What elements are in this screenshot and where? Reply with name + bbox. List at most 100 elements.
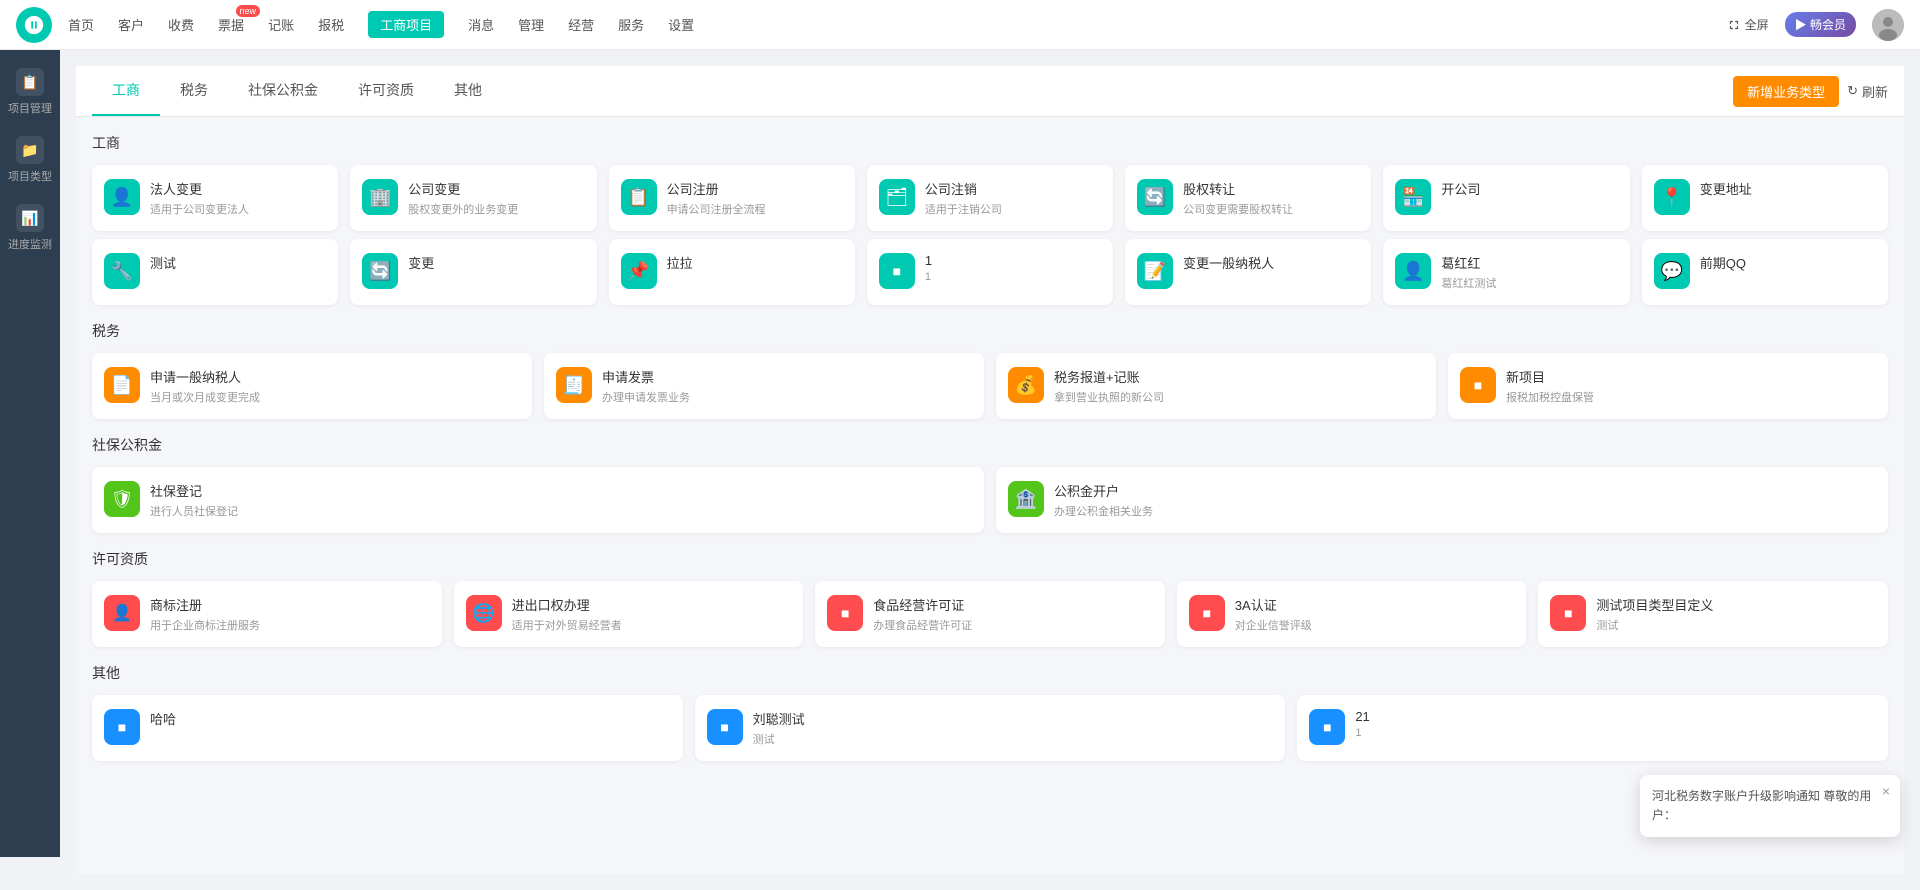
notification: × 河北税务数字账户升级影响通知 尊敬的用户： — [1640, 775, 1900, 837]
fullscreen-icon — [1727, 18, 1741, 32]
change2-title: 变更 — [408, 253, 584, 272]
equity-transfer-title: 股权转让 — [1183, 179, 1359, 198]
haha-title: 哈哈 — [150, 709, 671, 728]
card-company-cancel[interactable]: 🗂 公司注销 适用于注销公司 — [867, 165, 1113, 231]
card-new-project[interactable]: ■ 新项目 报税加税控盘保管 — [1448, 353, 1888, 419]
section-gongshang-title: 工商 — [92, 133, 1888, 153]
num1-title: 1 — [925, 253, 1101, 268]
change2-icon: 🔄 — [362, 253, 398, 289]
gehonghong-desc: 葛红红测试 — [1441, 275, 1617, 291]
faren-change-desc: 适用于公司变更法人 — [150, 201, 326, 217]
trademark-icon: 👤 — [104, 595, 140, 631]
tab-shuiwu[interactable]: 税务 — [160, 66, 228, 116]
haha-icon: ■ — [104, 709, 140, 745]
test-type-title: 测试项目类型目定义 — [1596, 595, 1876, 614]
nav-bookkeeping[interactable]: 记账 — [268, 11, 294, 38]
nav-settings[interactable]: 设置 — [668, 11, 694, 38]
section-shuiwu-title: 税务 — [92, 321, 1888, 341]
company-cancel-desc: 适用于注销公司 — [925, 201, 1101, 217]
card-test-type[interactable]: ■ 测试项目类型目定义 测试 — [1538, 581, 1888, 647]
nav-industry[interactable]: 工商项目 — [368, 11, 444, 38]
progress-icon: 📊 — [16, 204, 44, 232]
card-import-export[interactable]: 🌐 进出口权办理 适用于对外贸易经营者 — [454, 581, 804, 647]
card-company-register[interactable]: 📋 公司注册 申请公司注册全流程 — [609, 165, 855, 231]
qq-icon: 💬 — [1654, 253, 1690, 289]
nav-message[interactable]: 消息 — [468, 11, 494, 38]
card-qq[interactable]: 💬 前期QQ — [1642, 239, 1888, 305]
tab-xuke[interactable]: 许可资质 — [338, 66, 434, 116]
tab-shebao[interactable]: 社保公积金 — [228, 66, 338, 116]
fund-account-icon: 🏦 — [1008, 481, 1044, 517]
card-apply-invoice[interactable]: 🧾 申请发票 办理申请发票业务 — [544, 353, 984, 419]
nav-business[interactable]: 经营 — [568, 11, 594, 38]
num21-title: 21 — [1355, 709, 1876, 724]
nav-charge[interactable]: 收费 — [168, 11, 194, 38]
nav-manage[interactable]: 管理 — [518, 11, 544, 38]
vip-button[interactable]: ▶ 畅会员 — [1785, 12, 1856, 37]
3a-cert-icon: ■ — [1189, 595, 1225, 631]
card-fund-account[interactable]: 🏦 公积金开户 办理公积金相关业务 — [996, 467, 1888, 533]
section-other-title: 其他 — [92, 663, 1888, 683]
gehonghong-icon: 👤 — [1395, 253, 1431, 289]
nav-service[interactable]: 服务 — [618, 11, 644, 38]
num1-icon: ■ — [879, 253, 915, 289]
avatar-icon — [1872, 9, 1904, 41]
sidebar-item-project-manage[interactable]: 📋 项目管理 — [0, 58, 60, 126]
card-tax-bookkeeping[interactable]: 💰 税务报道+记账 拿到营业执照的新公司 — [996, 353, 1436, 419]
card-change-taxpayer[interactable]: 📝 变更一般纳税人 — [1125, 239, 1371, 305]
change-taxpayer-icon: 📝 — [1137, 253, 1173, 289]
card-company-change[interactable]: 🏢 公司变更 股权变更外的业务变更 — [350, 165, 596, 231]
card-num1[interactable]: ■ 1 1 — [867, 239, 1113, 305]
card-equity-transfer[interactable]: 🔄 股权转让 公司变更需要股权转让 — [1125, 165, 1371, 231]
card-3a-cert[interactable]: ■ 3A认证 对企业信誉评级 — [1177, 581, 1527, 647]
nav-home[interactable]: 首页 — [68, 11, 94, 38]
new-badge: new — [236, 5, 261, 17]
xuke-cards: 👤 商标注册 用于企业商标注册服务 🌐 进出口权办理 适用于对外贸易经营者 ■ … — [92, 581, 1888, 647]
card-faren-change[interactable]: 👤 法人变更 适用于公司变更法人 — [92, 165, 338, 231]
card-liucong-test[interactable]: ■ 刘聪测试 测试 — [695, 695, 1286, 761]
sidebar-item-project-type[interactable]: 📁 项目类型 — [0, 126, 60, 194]
project-type-icon: 📁 — [16, 136, 44, 164]
company-register-title: 公司注册 — [667, 179, 843, 198]
faren-change-title: 法人变更 — [150, 179, 326, 198]
tab-gongshang[interactable]: 工商 — [92, 66, 160, 116]
shebao-register-icon: 🛡 — [104, 481, 140, 517]
user-avatar[interactable] — [1872, 9, 1904, 41]
nav-tax[interactable]: 报税 — [318, 11, 344, 38]
card-lala[interactable]: 📌 拉拉 — [609, 239, 855, 305]
tabs-actions: 新增业务类型 ↻ 刷新 — [1733, 76, 1888, 107]
card-change2[interactable]: 🔄 变更 — [350, 239, 596, 305]
notification-close-button[interactable]: × — [1882, 783, 1890, 799]
trademark-desc: 用于企业商标注册服务 — [150, 617, 430, 633]
refresh-icon: ↻ — [1847, 83, 1858, 99]
add-type-button[interactable]: 新增业务类型 — [1733, 76, 1839, 107]
card-haha[interactable]: ■ 哈哈 — [92, 695, 683, 761]
test-type-desc: 测试 — [1596, 617, 1876, 633]
card-trademark[interactable]: 👤 商标注册 用于企业商标注册服务 — [92, 581, 442, 647]
nav-customer[interactable]: 客户 — [118, 11, 144, 38]
logo[interactable] — [16, 7, 52, 43]
new-project-title: 新项目 — [1506, 367, 1876, 386]
card-test[interactable]: 🔧 测试 — [92, 239, 338, 305]
card-open-company[interactable]: 🏪 开公司 — [1383, 165, 1629, 231]
fullscreen-btn[interactable]: 全屏 — [1727, 16, 1769, 33]
notification-text: 河北税务数字账户升级影响通知 尊敬的用户： — [1652, 787, 1888, 825]
nav-right: 全屏 ▶ 畅会员 — [1727, 9, 1904, 41]
card-gehonghong[interactable]: 👤 葛红红 葛红红测试 — [1383, 239, 1629, 305]
equity-transfer-icon: 🔄 — [1137, 179, 1173, 215]
card-apply-taxpayer[interactable]: 📄 申请一般纳税人 当月或次月成变更完成 — [92, 353, 532, 419]
card-change-address[interactable]: 📍 变更地址 — [1642, 165, 1888, 231]
refresh-button[interactable]: ↻ 刷新 — [1847, 82, 1888, 101]
tabs: 工商 税务 社保公积金 许可资质 其他 — [92, 66, 502, 116]
card-food-license[interactable]: ■ 食品经营许可证 办理食品经营许可证 — [815, 581, 1165, 647]
card-shebao-register[interactable]: 🛡 社保登记 进行人员社保登记 — [92, 467, 984, 533]
company-change-title: 公司变更 — [408, 179, 584, 198]
gongshang-cards-row1: 👤 法人变更 适用于公司变更法人 🏢 公司变更 股权变更外的业务变更 📋 公司注… — [92, 165, 1888, 231]
sidebar-item-progress[interactable]: 📊 进度监测 — [0, 194, 60, 262]
card-num21[interactable]: ■ 21 1 — [1297, 695, 1888, 761]
apply-invoice-icon: 🧾 — [556, 367, 592, 403]
company-register-icon: 📋 — [621, 179, 657, 215]
top-nav: 首页 客户 收费 票据 new 记账 报税 工商项目 消息 管理 经营 服务 设… — [0, 0, 1920, 50]
tab-other[interactable]: 其他 — [434, 66, 502, 116]
nav-ticket[interactable]: 票据 new — [218, 11, 244, 38]
